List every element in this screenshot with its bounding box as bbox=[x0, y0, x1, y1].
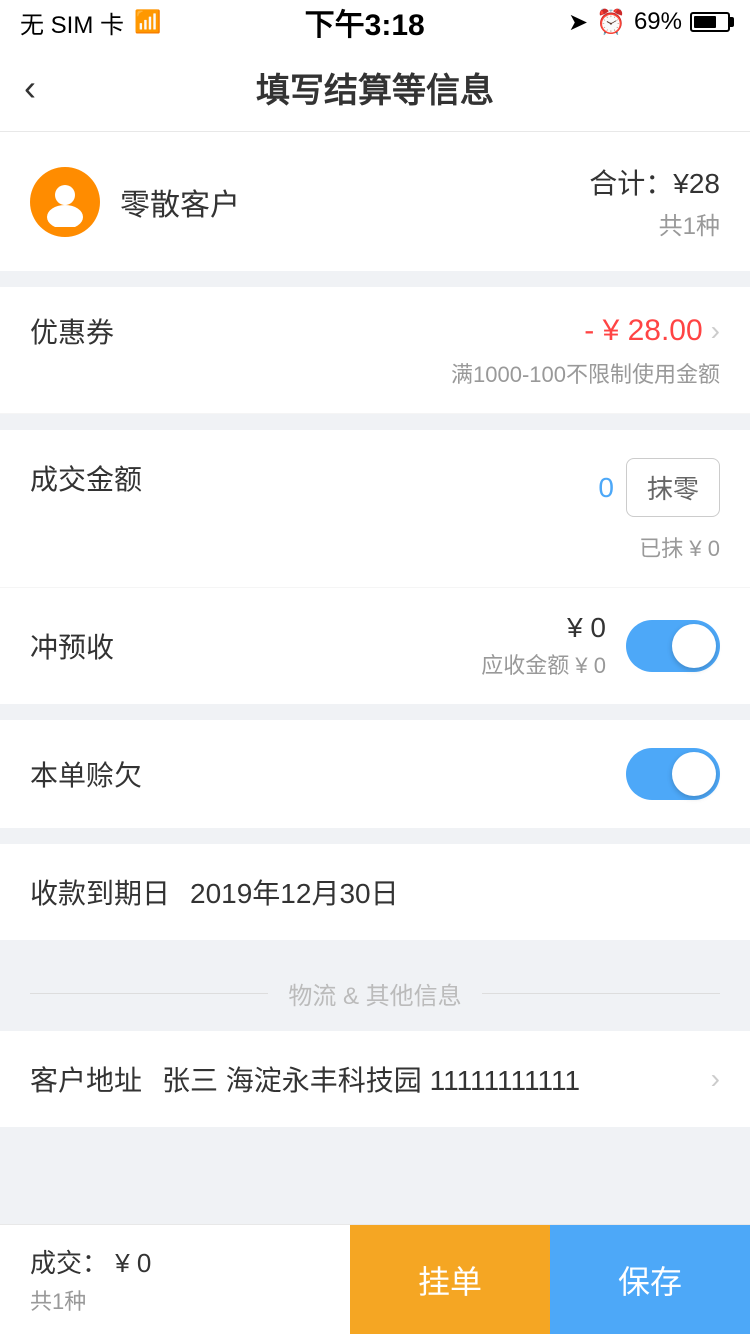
bottom-deal: 成交： ¥ 0 bbox=[30, 1243, 320, 1280]
bottom-bar: 成交： ¥ 0 共1种 挂单 保存 bbox=[0, 1224, 750, 1334]
total-amount: 合计：¥28 bbox=[589, 162, 720, 202]
battery-percent: 69% bbox=[634, 8, 682, 36]
status-left: 无 SIM 卡 📶 bbox=[20, 5, 161, 40]
address-value: 张三 海淀永丰科技园 11111111111 bbox=[162, 1059, 703, 1099]
address-label: 客户地址 bbox=[30, 1059, 142, 1099]
transaction-value[interactable]: 0 bbox=[598, 472, 614, 504]
alarm-icon: ⏰ bbox=[596, 8, 626, 37]
address-chevron-icon: › bbox=[711, 1063, 720, 1095]
coupon-row[interactable]: 优惠券 - ¥ 28.00 › 满1000-100不限制使用金额 bbox=[0, 287, 750, 414]
round-zero-button[interactable]: 抹零 bbox=[626, 458, 720, 517]
coupon-label: 优惠券 bbox=[30, 311, 114, 351]
already-rounded-text: 已抹 ¥ 0 bbox=[639, 531, 720, 563]
divider-right bbox=[482, 993, 720, 994]
debt-toggle[interactable] bbox=[626, 748, 720, 800]
person-icon bbox=[40, 177, 90, 227]
customer-totals: 合计：¥28 共1种 bbox=[589, 162, 720, 241]
customer-row: 零散客户 合计：¥28 共1种 bbox=[0, 132, 750, 271]
address-row[interactable]: 客户地址 张三 海淀永丰科技园 11111111111 › bbox=[0, 1031, 750, 1127]
save-button[interactable]: 保存 bbox=[550, 1225, 750, 1334]
logistics-label: 物流 & 其他信息 bbox=[288, 976, 461, 1011]
location-icon: ➤ bbox=[568, 8, 588, 37]
coupon-right: - ¥ 28.00 › bbox=[584, 314, 720, 348]
prepay-amounts: ¥ 0 应收金额 ¥ 0 bbox=[481, 612, 606, 680]
battery-icon bbox=[690, 12, 730, 32]
back-button[interactable]: ‹ bbox=[24, 67, 36, 109]
duedate-value: 2019年12月30日 bbox=[190, 872, 399, 912]
main-content: 零散客户 合计：¥28 共1种 优惠券 - ¥ 28.00 › 满1000-10… bbox=[0, 132, 750, 1263]
bottom-count: 共1种 bbox=[30, 1284, 320, 1316]
debt-toggle-knob bbox=[672, 752, 716, 796]
deal-label: 成交： bbox=[30, 1248, 108, 1278]
customer-info: 零散客户 bbox=[30, 167, 240, 237]
coupon-top: 优惠券 - ¥ 28.00 › bbox=[30, 311, 720, 351]
battery-fill bbox=[694, 16, 716, 28]
hold-order-button[interactable]: 挂单 bbox=[350, 1225, 550, 1334]
prepay-label: 冲预收 bbox=[30, 626, 114, 666]
customer-name: 零散客户 bbox=[120, 180, 240, 224]
coupon-desc: 满1000-100不限制使用金额 bbox=[30, 357, 720, 389]
transaction-sub: 已抹 ¥ 0 bbox=[0, 531, 750, 587]
toggle-knob bbox=[672, 624, 716, 668]
divider-left bbox=[30, 993, 268, 994]
sim-text: 无 SIM 卡 bbox=[20, 5, 124, 40]
chevron-right-icon: › bbox=[711, 315, 720, 347]
duedate-row: 收款到期日 2019年12月30日 bbox=[0, 844, 750, 940]
status-right: ➤ ⏰ 69% bbox=[568, 8, 730, 37]
transaction-right: 0 抹零 bbox=[598, 458, 720, 517]
customer-avatar bbox=[30, 167, 100, 237]
debt-label: 本单赊欠 bbox=[30, 754, 142, 794]
logistics-header: 物流 & 其他信息 bbox=[0, 956, 750, 1031]
prepay-sub-amount: 应收金额 ¥ 0 bbox=[481, 648, 606, 680]
prepay-row: 冲预收 ¥ 0 应收金额 ¥ 0 bbox=[0, 587, 750, 704]
page-title: 填写结算等信息 bbox=[256, 63, 494, 112]
transaction-row: 成交金额 0 抹零 bbox=[0, 430, 750, 531]
status-bar: 无 SIM 卡 📶 下午3:18 ➤ ⏰ 69% bbox=[0, 0, 750, 44]
wifi-icon: 📶 bbox=[134, 9, 161, 35]
transaction-section: 成交金额 0 抹零 已抹 ¥ 0 冲预收 ¥ 0 应收金额 ¥ 0 bbox=[0, 430, 750, 704]
prepay-toggle[interactable] bbox=[626, 620, 720, 672]
status-time: 下午3:18 bbox=[305, 0, 425, 44]
coupon-amount: - ¥ 28.00 bbox=[584, 314, 702, 348]
debt-section: 本单赊欠 bbox=[0, 720, 750, 828]
transaction-label: 成交金额 bbox=[30, 458, 142, 498]
nav-bar: ‹ 填写结算等信息 bbox=[0, 44, 750, 132]
duedate-label: 收款到期日 bbox=[30, 872, 170, 912]
total-count: 共1种 bbox=[589, 206, 720, 241]
prepay-right: ¥ 0 应收金额 ¥ 0 bbox=[481, 612, 720, 680]
deal-amount: ¥ 0 bbox=[115, 1248, 151, 1278]
bottom-summary: 成交： ¥ 0 共1种 bbox=[0, 1243, 350, 1316]
prepay-main-amount: ¥ 0 bbox=[481, 612, 606, 644]
